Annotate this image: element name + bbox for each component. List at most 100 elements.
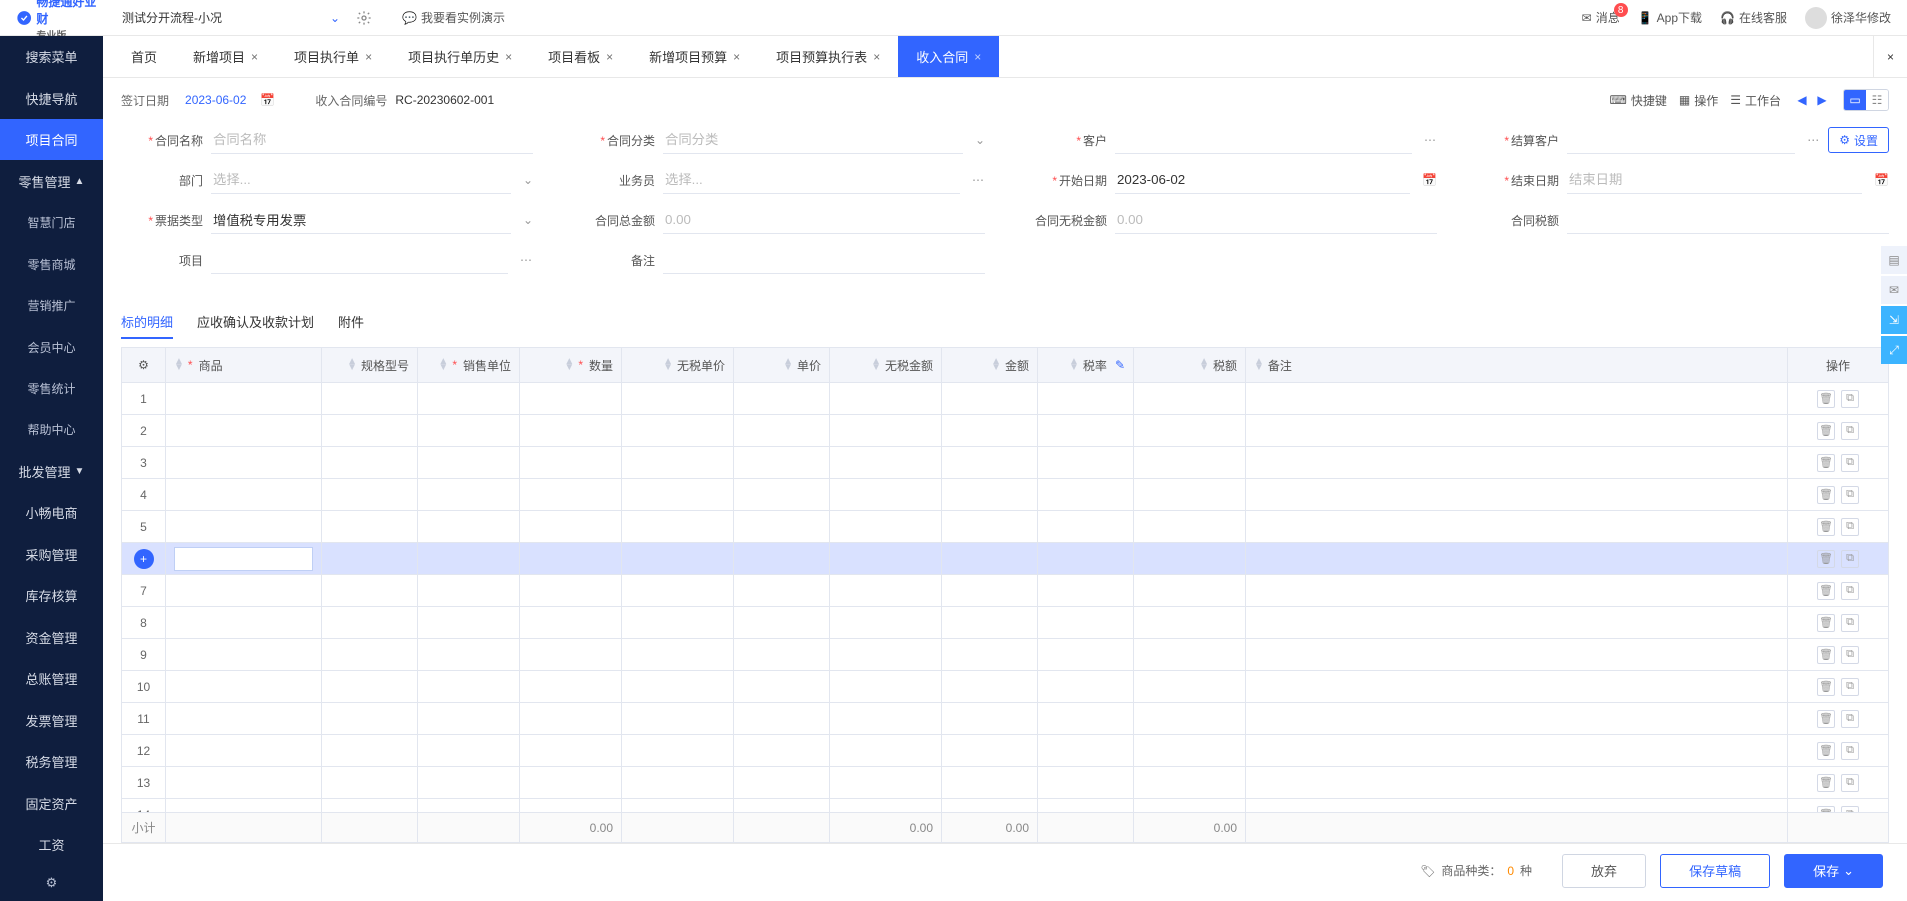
col-tax[interactable]: ▲▼税额	[1134, 348, 1246, 382]
table-row[interactable]: 7 🗑 ⧉	[122, 574, 1888, 606]
notax-amount-input[interactable]	[1115, 206, 1437, 234]
close-icon[interactable]: ×	[974, 50, 981, 64]
sidebar-item-9[interactable]: 帮助中心	[0, 409, 103, 450]
row-index[interactable]: 5	[122, 511, 166, 542]
table-row[interactable]: 12🗑⧉	[122, 734, 1888, 766]
detail-tab-0[interactable]: 标的明细	[121, 306, 173, 339]
sidebar-item-12[interactable]: 采购管理	[0, 534, 103, 575]
col-remark[interactable]: ▲▼备注	[1246, 348, 1788, 382]
tab-6[interactable]: 项目预算执行表×	[758, 36, 898, 77]
save-draft-button[interactable]: 保存草稿	[1660, 854, 1770, 888]
col-spec[interactable]: ▲▼规格型号	[322, 348, 418, 382]
copy-row-icon[interactable]: ⧉	[1841, 582, 1859, 600]
sign-date-value[interactable]: 2023-06-02	[185, 93, 246, 107]
contract-name-input[interactable]	[211, 126, 533, 154]
view-form-button[interactable]: ▭	[1844, 90, 1866, 110]
messages-button[interactable]: ✉ 消息 8	[1582, 9, 1620, 26]
delete-row-icon[interactable]: 🗑	[1817, 422, 1835, 440]
copy-row-icon[interactable]: ⧉	[1841, 742, 1859, 760]
copy-row-icon[interactable]: ⧉	[1841, 422, 1859, 440]
col-product[interactable]: ▲▼*商品	[166, 348, 322, 382]
col-gear[interactable]: ⚙	[122, 348, 166, 382]
table-row[interactable]: 13🗑⧉	[122, 766, 1888, 798]
table-row[interactable]: 1🗑⧉	[122, 382, 1888, 414]
sidebar-settings[interactable]: ⚙	[0, 865, 103, 901]
detail-tab-2[interactable]: 附件	[338, 306, 364, 339]
delete-row-icon[interactable]: 🗑	[1817, 454, 1835, 472]
copy-row-icon[interactable]: ⧉	[1841, 614, 1859, 632]
sidebar-item-1[interactable]: 快捷导航	[0, 77, 103, 118]
total-amount-input[interactable]	[663, 206, 985, 234]
next-record-button[interactable]: ▶	[1813, 91, 1831, 109]
close-icon[interactable]: ×	[873, 50, 880, 64]
prev-record-button[interactable]: ◀	[1793, 91, 1811, 109]
copy-row-icon[interactable]: ⧉	[1841, 774, 1859, 792]
table-row[interactable]: + 🗑 ⧉	[122, 542, 1888, 574]
close-icon[interactable]: ×	[733, 50, 740, 64]
tab-0[interactable]: 首页	[113, 36, 175, 77]
row-index[interactable]: 11	[122, 703, 166, 734]
operate-button[interactable]: ▦操作	[1679, 92, 1718, 109]
copy-row-icon[interactable]: ⧉	[1841, 390, 1859, 408]
sidebar-item-4[interactable]: 智慧门店	[0, 202, 103, 243]
chevron-down-icon[interactable]: ⌄	[975, 133, 985, 147]
sidebar-item-8[interactable]: 零售统计	[0, 368, 103, 409]
sidebar-item-5[interactable]: 零售商城	[0, 243, 103, 284]
online-service-button[interactable]: 🎧 在线客服	[1720, 9, 1787, 26]
sidebar-item-15[interactable]: 总账管理	[0, 658, 103, 699]
workbench-button[interactable]: ☰工作台	[1730, 92, 1781, 109]
close-icon[interactable]: ×	[251, 50, 258, 64]
contract-type-input[interactable]	[663, 126, 963, 154]
table-row[interactable]: 11 🗑 ⧉	[122, 702, 1888, 734]
tab-3[interactable]: 项目执行单历史×	[390, 36, 530, 77]
calendar-icon[interactable]: 📅	[1422, 173, 1437, 187]
sidebar-item-6[interactable]: 营销推广	[0, 285, 103, 326]
row-index[interactable]: 8	[122, 607, 166, 638]
copy-row-icon[interactable]: ⧉	[1841, 806, 1859, 813]
view-list-button[interactable]: ☷	[1866, 90, 1888, 110]
more-icon[interactable]: ⋯	[1807, 133, 1820, 147]
end-date-input[interactable]	[1567, 166, 1862, 194]
tax-amount-input[interactable]	[1567, 206, 1889, 234]
col-amount[interactable]: ▲▼金额	[942, 348, 1038, 382]
department-input[interactable]	[211, 166, 511, 194]
calendar-icon[interactable]: 📅	[1874, 173, 1889, 187]
copy-row-icon[interactable]: ⧉	[1841, 550, 1859, 568]
delete-row-icon[interactable]: 🗑	[1817, 582, 1835, 600]
app-download-button[interactable]: 📱 App下载	[1638, 9, 1702, 26]
delete-row-icon[interactable]: 🗑	[1817, 806, 1835, 813]
row-index[interactable]: 14	[122, 799, 166, 812]
float-tool-3[interactable]: ⇲	[1881, 306, 1907, 334]
detail-tab-1[interactable]: 应收确认及收款计划	[197, 306, 314, 339]
copy-row-icon[interactable]: ⧉	[1841, 486, 1859, 504]
col-notax-price[interactable]: ▲▼无税单价	[622, 348, 734, 382]
chevron-down-icon[interactable]: ⌄	[523, 213, 533, 227]
table-row[interactable]: 4🗑⧉	[122, 478, 1888, 510]
discard-button[interactable]: 放弃	[1562, 854, 1646, 888]
row-index[interactable]: 10	[122, 671, 166, 702]
shortcut-button[interactable]: ⌨快捷键	[1610, 92, 1667, 109]
delete-row-icon[interactable]: 🗑	[1817, 550, 1835, 568]
sidebar-item-11[interactable]: 小畅电商	[0, 492, 103, 533]
delete-row-icon[interactable]: 🗑	[1817, 710, 1835, 728]
float-tool-1[interactable]: ▤	[1881, 246, 1907, 274]
start-date-input[interactable]	[1115, 166, 1410, 194]
workspace-selector[interactable]: 测试分开流程-小况 ⌄	[122, 9, 340, 26]
remark-input[interactable]	[663, 246, 985, 274]
row-index[interactable]: +	[122, 543, 166, 574]
sidebar-item-3[interactable]: 零售管理▲	[0, 160, 103, 201]
sidebar-item-13[interactable]: 库存核算	[0, 575, 103, 616]
tab-1[interactable]: 新增项目×	[175, 36, 276, 77]
table-row[interactable]: 10🗑⧉	[122, 670, 1888, 702]
user-menu[interactable]: 徐泽华修改	[1805, 7, 1891, 29]
table-row[interactable]: 2🗑⧉	[122, 414, 1888, 446]
invoice-type-input[interactable]	[211, 206, 511, 234]
more-icon[interactable]: ⋯	[520, 253, 533, 267]
copy-row-icon[interactable]: ⧉	[1841, 454, 1859, 472]
tab-5[interactable]: 新增项目预算×	[631, 36, 758, 77]
copy-row-icon[interactable]: ⧉	[1841, 710, 1859, 728]
customer-input[interactable]	[1115, 126, 1412, 154]
close-icon[interactable]: ×	[505, 50, 512, 64]
product-cell-input[interactable]	[174, 547, 313, 571]
row-index[interactable]: 7	[122, 575, 166, 606]
